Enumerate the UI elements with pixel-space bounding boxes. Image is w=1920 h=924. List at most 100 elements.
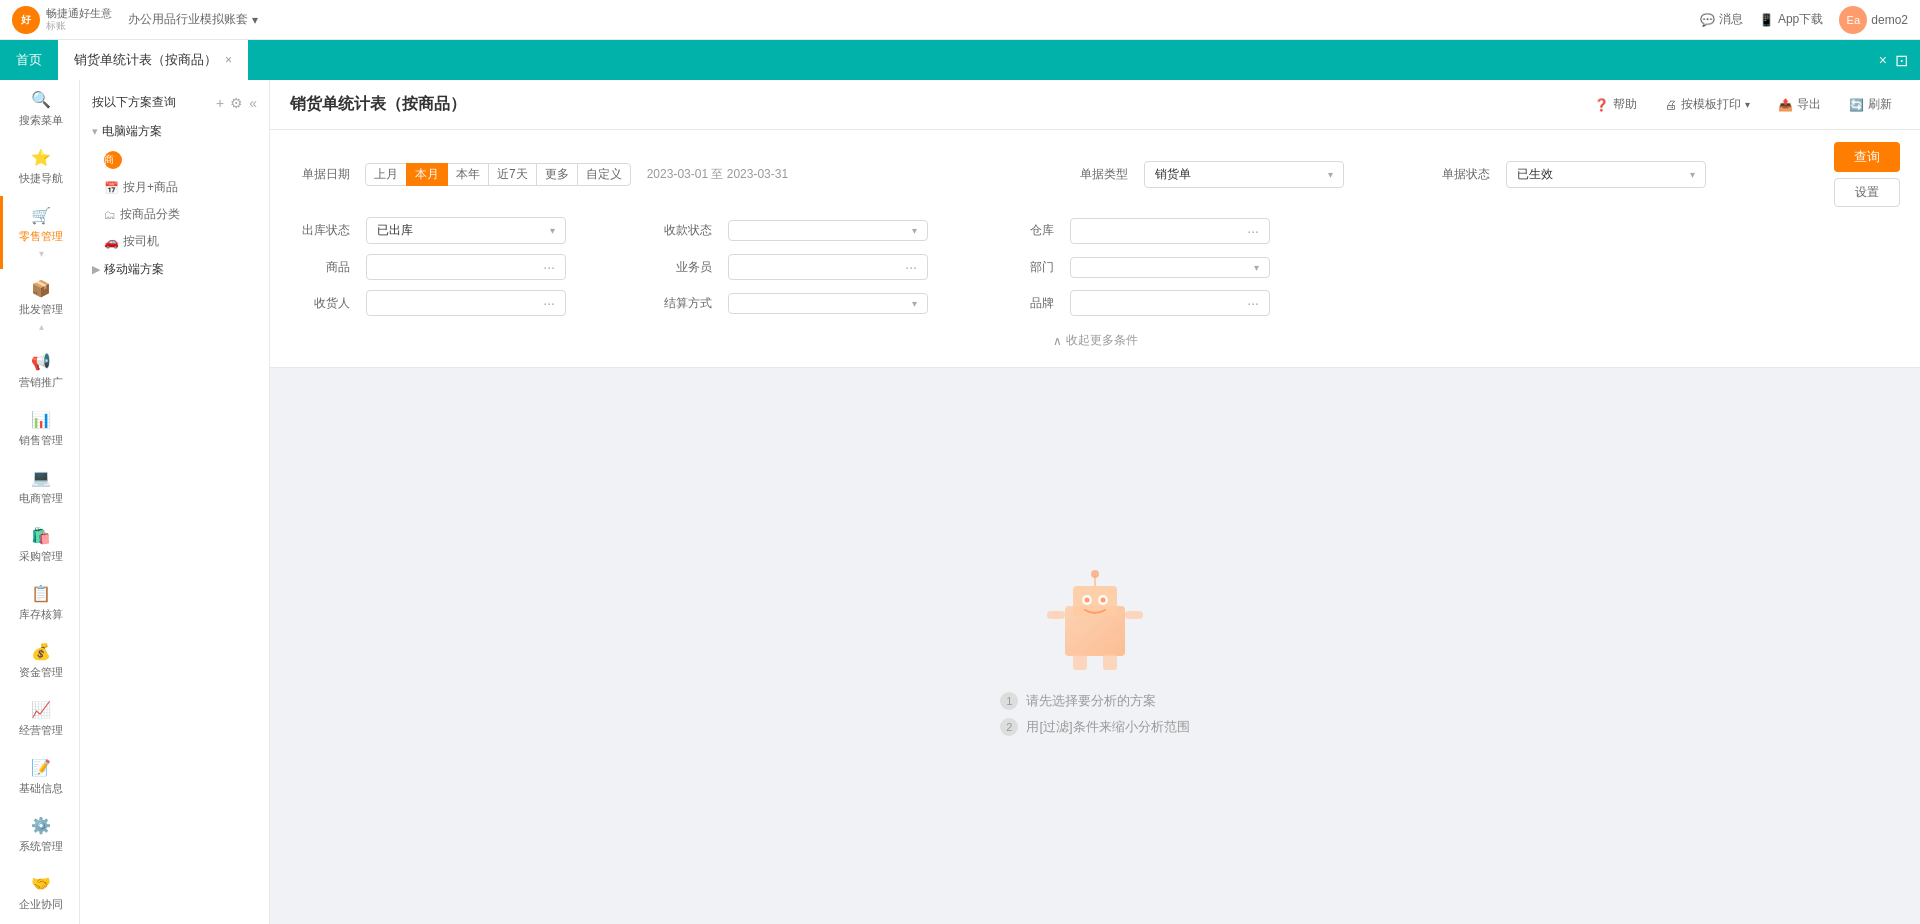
message-button[interactable]: 💬 消息 bbox=[1700, 11, 1743, 28]
date-range: 2023-03-01 至 2023-03-31 bbox=[647, 166, 788, 183]
search-icon: 🔍 bbox=[31, 90, 51, 109]
date-tab-this-year[interactable]: 本年 bbox=[447, 163, 489, 186]
sidebar-item-finance[interactable]: 💰 资金管理 bbox=[0, 632, 79, 690]
recipient-control: ··· bbox=[366, 290, 646, 316]
sidebar-item-wholesale[interactable]: 📦 批发管理 ▴ bbox=[0, 269, 79, 342]
retail-arrow-icon: ▾ bbox=[39, 248, 44, 259]
empty-tips: 1 请先选择要分析的方案 2 用[过滤]条件来缩小分析范围 bbox=[1000, 692, 1189, 736]
company-selector[interactable]: 办公用品行业模拟账套 ▾ bbox=[120, 11, 266, 28]
sidebar-item-basic-info[interactable]: 📝 基础信息 bbox=[0, 748, 79, 806]
empty-illustration bbox=[1035, 556, 1155, 676]
salesman-dots-icon[interactable]: ··· bbox=[905, 259, 917, 275]
bill-status-select[interactable]: 已生效 ▾ bbox=[1506, 161, 1706, 188]
brand-label: 品牌 bbox=[1024, 295, 1054, 312]
bill-type-select[interactable]: 销货单 ▾ bbox=[1144, 161, 1344, 188]
tree-item-icon-driver: 🚗 bbox=[104, 235, 119, 249]
out-status-select[interactable]: 已出库 ▾ bbox=[366, 217, 566, 244]
settings-plan-button[interactable]: ⚙ bbox=[230, 95, 243, 111]
add-plan-button[interactable]: + bbox=[216, 95, 224, 111]
retail-icon: 🛒 bbox=[31, 206, 51, 225]
sidebar-item-retail[interactable]: 🛒 零售管理 ▾ bbox=[0, 196, 79, 269]
warehouse-control: ··· bbox=[1070, 218, 1900, 244]
sidebar-item-sales[interactable]: 📊 销售管理 bbox=[0, 400, 79, 458]
date-tab-custom[interactable]: 自定义 bbox=[577, 163, 631, 186]
sidebar-item-operations[interactable]: 📈 经营管理 bbox=[0, 690, 79, 748]
left-panel: 按以下方案查询 + ⚙ « ▾ 电脑端方案 按商品 📅 按月+商品 bbox=[80, 80, 270, 924]
right-action-area: 查询 设置 bbox=[1822, 142, 1900, 207]
sidebar-item-ecommerce[interactable]: 💻 电商管理 bbox=[0, 458, 79, 516]
sidebar-item-inventory[interactable]: 📋 库存核算 bbox=[0, 574, 79, 632]
sidebar-item-enterprise[interactable]: 🤝 企业协同 bbox=[0, 864, 79, 922]
warehouse-select[interactable]: ··· bbox=[1070, 218, 1270, 244]
purchase-icon: 🛍️ bbox=[31, 526, 51, 545]
out-status-dropdown-icon: ▾ bbox=[550, 225, 555, 236]
tree-item-by-goods[interactable]: 按商品 bbox=[80, 146, 269, 174]
help-icon: ❓ bbox=[1594, 98, 1609, 112]
print-dropdown-icon: ▾ bbox=[1745, 99, 1750, 110]
template-print-button[interactable]: 🖨 按模板打印 ▾ bbox=[1657, 92, 1758, 117]
dept-label: 部门 bbox=[1024, 259, 1054, 276]
sidebar-item-marketing[interactable]: 📢 营销推广 bbox=[0, 342, 79, 400]
wholesale-icon: 📦 bbox=[31, 279, 51, 298]
tab-active[interactable]: 销货单统计表（按商品） × bbox=[58, 40, 248, 80]
payment-status-select[interactable]: ▾ bbox=[728, 220, 928, 241]
settings-button[interactable]: 设置 bbox=[1834, 178, 1900, 207]
sidebar-item-search[interactable]: 🔍 搜索菜单 bbox=[0, 80, 79, 138]
expand-window-button[interactable]: ⊡ bbox=[1895, 51, 1908, 70]
collapse-panel-button[interactable]: « bbox=[249, 95, 257, 111]
goods-dots-icon[interactable]: ··· bbox=[543, 259, 555, 275]
tree-item-icon-month: 📅 bbox=[104, 181, 119, 195]
sidebar-item-system[interactable]: ⚙️ 系统管理 bbox=[0, 806, 79, 864]
dept-select[interactable]: ▾ bbox=[1070, 257, 1270, 278]
marketing-icon: 📢 bbox=[31, 352, 51, 371]
user-profile[interactable]: Ea demo2 bbox=[1839, 6, 1908, 34]
left-panel-title: 按以下方案查询 bbox=[92, 94, 176, 111]
svg-rect-1 bbox=[1073, 586, 1117, 616]
export-button[interactable]: 📤 导出 bbox=[1770, 92, 1829, 117]
settlement-select[interactable]: ▾ bbox=[728, 293, 928, 314]
date-tab-this-month[interactable]: 本月 bbox=[406, 163, 448, 186]
svg-rect-7 bbox=[1125, 611, 1143, 619]
tab-home[interactable]: 首页 bbox=[0, 40, 58, 80]
main-layout: 🔍 搜索菜单 ⭐ 快捷导航 🛒 零售管理 ▾ 📦 批发管理 ▴ 📢 营销推广 📊… bbox=[0, 80, 1920, 924]
warehouse-dots-icon[interactable]: ··· bbox=[1247, 223, 1259, 239]
query-button[interactable]: 查询 bbox=[1834, 142, 1900, 172]
date-tab-7days[interactable]: 近7天 bbox=[488, 163, 537, 186]
tab-expand: × ⊡ bbox=[1879, 51, 1920, 70]
settlement-label: 结算方式 bbox=[662, 295, 712, 312]
svg-rect-9 bbox=[1103, 654, 1117, 670]
date-tab-more[interactable]: 更多 bbox=[536, 163, 578, 186]
date-tab-last-month[interactable]: 上月 bbox=[365, 163, 407, 186]
goods-select[interactable]: ··· bbox=[366, 254, 566, 280]
brand-select[interactable]: ··· bbox=[1070, 290, 1270, 316]
sidebar-item-purchase[interactable]: 🛍️ 采购管理 bbox=[0, 516, 79, 574]
tree-item-by-driver[interactable]: 🚗 按司机 bbox=[80, 228, 269, 255]
refresh-button[interactable]: 🔄 刷新 bbox=[1841, 92, 1900, 117]
recipient-dots-icon[interactable]: ··· bbox=[543, 295, 555, 311]
app-subtitle: 标账 bbox=[46, 20, 112, 32]
logo-text: 畅捷通好生意 标账 bbox=[46, 7, 112, 32]
settlement-control: ▾ bbox=[728, 293, 1008, 314]
salesman-select[interactable]: ··· bbox=[728, 254, 928, 280]
tab-close-icon[interactable]: × bbox=[225, 53, 232, 67]
main-content: 销货单统计表（按商品） ❓ 帮助 🖨 按模板打印 ▾ 📤 导出 bbox=[270, 80, 1920, 924]
help-button[interactable]: ❓ 帮助 bbox=[1586, 92, 1645, 117]
sidebar-item-quick-nav[interactable]: ⭐ 快捷导航 bbox=[0, 138, 79, 196]
warehouse-label: 仓库 bbox=[1024, 222, 1054, 239]
brand-dots-icon[interactable]: ··· bbox=[1247, 295, 1259, 311]
bill-type-dropdown-icon: ▾ bbox=[1328, 169, 1333, 180]
goods-control: ··· bbox=[366, 254, 646, 280]
tree-group-mobile[interactable]: ▶ 移动端方案 bbox=[80, 255, 269, 284]
app-download-button[interactable]: 📱 App下载 bbox=[1759, 11, 1823, 28]
close-window-button[interactable]: × bbox=[1879, 52, 1887, 68]
date-label: 单据日期 bbox=[290, 166, 350, 183]
sales-icon: 📊 bbox=[31, 410, 51, 429]
tree-item-by-category[interactable]: 🗂 按商品分类 bbox=[80, 201, 269, 228]
collapse-bar[interactable]: ∧ 收起更多条件 bbox=[290, 326, 1900, 355]
collapse-arrow-icon: ∧ bbox=[1053, 334, 1062, 348]
logo-area: 好 畅捷通好生意 标账 bbox=[12, 6, 112, 34]
recipient-select[interactable]: ··· bbox=[366, 290, 566, 316]
system-icon: ⚙️ bbox=[31, 816, 51, 835]
empty-tip-1: 1 请先选择要分析的方案 bbox=[1000, 692, 1189, 710]
settlement-dropdown-icon: ▾ bbox=[912, 298, 917, 309]
